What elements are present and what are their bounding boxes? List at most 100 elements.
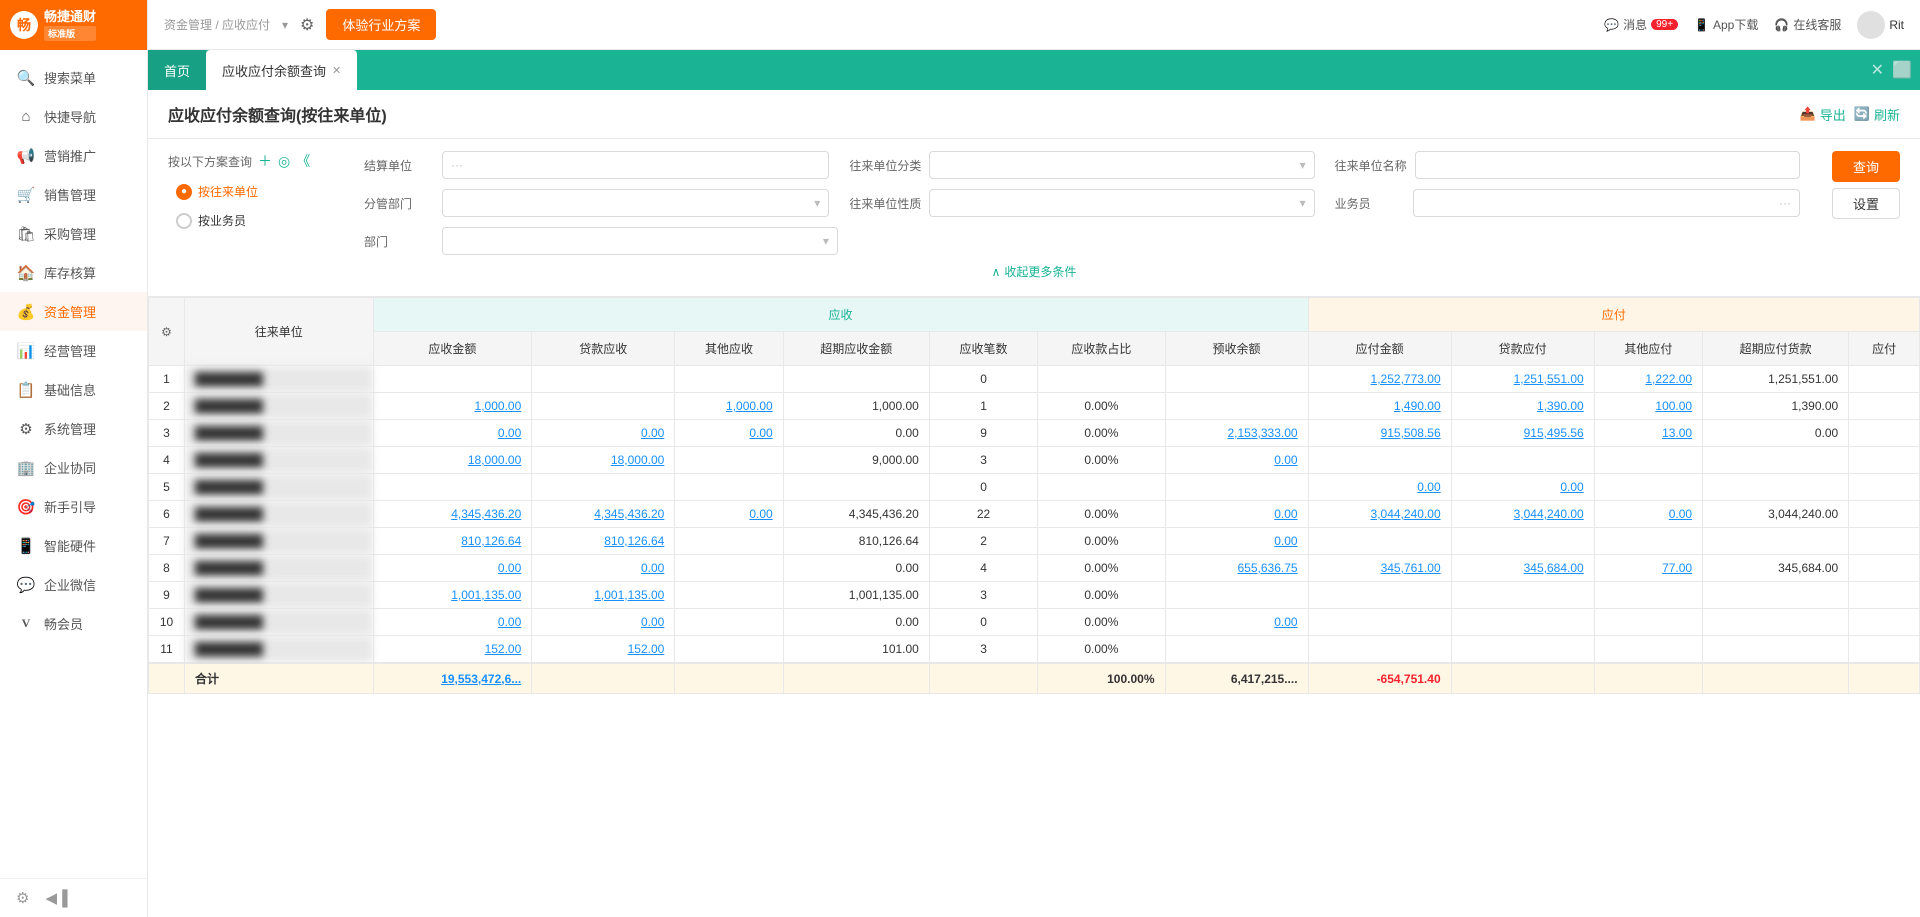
table-cell[interactable]: 4,345,436.20 bbox=[373, 501, 532, 528]
table-cell[interactable]: 345,684.00 bbox=[1451, 555, 1594, 582]
table-cell[interactable]: 0.00 bbox=[1165, 609, 1308, 636]
online-service-button[interactable]: 🎧 在线客服 bbox=[1774, 16, 1841, 33]
table-cell[interactable] bbox=[532, 474, 675, 501]
table-cell[interactable]: 915,508.56 bbox=[1308, 420, 1451, 447]
sidebar-item-quicknav[interactable]: ⌂ 快捷导航 bbox=[0, 97, 147, 136]
sidebar-item-system[interactable]: ⚙ 系统管理 bbox=[0, 409, 147, 448]
partner-nature-input[interactable]: ▾ bbox=[929, 189, 1314, 217]
table-cell[interactable]: 810,126.64 bbox=[373, 528, 532, 555]
table-cell[interactable]: 4,345,436.20 bbox=[532, 501, 675, 528]
table-cell[interactable] bbox=[1594, 528, 1702, 555]
table-cell[interactable]: 77.00 bbox=[1594, 555, 1702, 582]
table-cell[interactable]: 0.00 bbox=[373, 420, 532, 447]
table-cell[interactable]: 0.00 bbox=[532, 555, 675, 582]
tab-home[interactable]: 首页 bbox=[148, 50, 206, 90]
table-cell[interactable]: 0.00 bbox=[373, 609, 532, 636]
table-cell[interactable] bbox=[675, 636, 783, 664]
table-cell[interactable] bbox=[675, 474, 783, 501]
table-cell[interactable] bbox=[1451, 528, 1594, 555]
table-cell[interactable]: 1,390.00 bbox=[1451, 393, 1594, 420]
table-cell[interactable]: 100.00 bbox=[1594, 393, 1702, 420]
filter-option-salesperson[interactable]: 按业务员 bbox=[168, 208, 348, 233]
user-avatar[interactable]: Rit bbox=[1857, 11, 1904, 39]
table-cell[interactable] bbox=[1165, 393, 1308, 420]
sidebar-item-wechat[interactable]: 💬 企业微信 bbox=[0, 565, 147, 604]
table-cell[interactable]: 0.00 bbox=[373, 555, 532, 582]
table-cell[interactable]: 13.00 bbox=[1594, 420, 1702, 447]
table-cell[interactable]: 1,001,135.00 bbox=[373, 582, 532, 609]
sidebar-item-basic-info[interactable]: 📋 基础信息 bbox=[0, 370, 147, 409]
partner-category-input[interactable]: ▾ bbox=[929, 151, 1314, 179]
table-cell[interactable]: 152.00 bbox=[532, 636, 675, 664]
sidebar-item-inventory[interactable]: 🏠 库存核算 bbox=[0, 253, 147, 292]
table-cell[interactable] bbox=[1308, 609, 1451, 636]
scheme-settings-icon[interactable]: ◎ bbox=[278, 153, 290, 170]
chevron-down-icon[interactable]: ▾ bbox=[282, 18, 288, 32]
table-cell[interactable]: 3,044,240.00 bbox=[1308, 501, 1451, 528]
table-cell[interactable] bbox=[1594, 447, 1702, 474]
table-cell[interactable]: 0.00 bbox=[1594, 501, 1702, 528]
table-cell[interactable]: 810,126.64 bbox=[532, 528, 675, 555]
topbar-gear-icon[interactable]: ⚙ bbox=[300, 15, 314, 35]
sidebar-item-member[interactable]: V 畅会员 bbox=[0, 604, 147, 643]
partner-name-input[interactable] bbox=[1415, 151, 1800, 179]
dept-manager-input[interactable]: ▾ bbox=[442, 189, 829, 217]
table-cell[interactable] bbox=[675, 609, 783, 636]
sidebar-item-guide[interactable]: 🎯 新手引导 bbox=[0, 487, 147, 526]
table-cell[interactable] bbox=[675, 447, 783, 474]
footer-ar-amount[interactable]: 19,553,472,6... bbox=[373, 663, 532, 694]
dept-input[interactable]: ▾ bbox=[442, 227, 838, 255]
table-cell[interactable]: 0.00 bbox=[1308, 474, 1451, 501]
table-cell[interactable]: 0.00 bbox=[1165, 501, 1308, 528]
table-cell[interactable] bbox=[373, 366, 532, 393]
table-cell[interactable] bbox=[1451, 447, 1594, 474]
collapse-button[interactable]: ∧ 收起更多条件 bbox=[168, 259, 1900, 284]
sidebar-item-enterprise[interactable]: 🏢 企业协同 bbox=[0, 448, 147, 487]
table-container[interactable]: ⚙ 往来单位 应收 应付 应收金额 贷款应收 其他应收 超期应收金额 应收笔数 … bbox=[148, 297, 1920, 917]
message-button[interactable]: 💬 消息 99+ bbox=[1604, 16, 1678, 33]
settings-button[interactable]: 设置 bbox=[1832, 188, 1900, 219]
th-settings[interactable]: ⚙ bbox=[149, 298, 185, 366]
salesperson-input[interactable]: ··· bbox=[1413, 189, 1800, 217]
table-cell[interactable] bbox=[1308, 528, 1451, 555]
table-cell[interactable] bbox=[1308, 447, 1451, 474]
table-cell[interactable] bbox=[675, 582, 783, 609]
cta-button[interactable]: 体验行业方案 bbox=[326, 9, 436, 40]
table-cell[interactable] bbox=[675, 366, 783, 393]
table-cell[interactable]: 1,490.00 bbox=[1308, 393, 1451, 420]
table-cell[interactable] bbox=[675, 555, 783, 582]
table-cell[interactable] bbox=[1165, 474, 1308, 501]
sidebar-item-finance[interactable]: 💰 资金管理 bbox=[0, 292, 147, 331]
maximize-icon[interactable]: ⬜ bbox=[1892, 60, 1912, 80]
settings-icon[interactable]: ⚙ bbox=[16, 889, 29, 907]
close-window-icon[interactable]: ✕ bbox=[1871, 60, 1884, 80]
table-cell[interactable]: 0.00 bbox=[675, 501, 783, 528]
table-cell[interactable]: 0.00 bbox=[532, 420, 675, 447]
table-cell[interactable]: 655,636.75 bbox=[1165, 555, 1308, 582]
tab-receivable[interactable]: 应收应付余额查询 ✕ bbox=[206, 50, 357, 90]
table-cell[interactable] bbox=[1594, 582, 1702, 609]
table-cell[interactable] bbox=[1451, 636, 1594, 664]
table-cell[interactable]: 3,044,240.00 bbox=[1451, 501, 1594, 528]
table-cell[interactable]: 1,000.00 bbox=[373, 393, 532, 420]
table-cell[interactable]: 2,153,333.00 bbox=[1165, 420, 1308, 447]
table-cell[interactable] bbox=[1165, 582, 1308, 609]
table-cell[interactable] bbox=[1308, 582, 1451, 609]
settlement-unit-input[interactable]: ··· bbox=[442, 151, 829, 179]
query-button[interactable]: 查询 bbox=[1832, 151, 1900, 182]
collapse-icon[interactable]: ◀▐ bbox=[45, 889, 67, 907]
table-cell[interactable] bbox=[532, 393, 675, 420]
table-cell[interactable] bbox=[532, 366, 675, 393]
table-cell[interactable] bbox=[1165, 636, 1308, 664]
table-cell[interactable] bbox=[1451, 582, 1594, 609]
sidebar-item-operations[interactable]: 📊 经营管理 bbox=[0, 331, 147, 370]
sidebar-item-sales[interactable]: 🛒 销售管理 bbox=[0, 175, 147, 214]
table-cell[interactable] bbox=[1165, 366, 1308, 393]
sidebar-item-purchase[interactable]: 🛍 采购管理 bbox=[0, 214, 147, 253]
table-cell[interactable]: 0.00 bbox=[675, 420, 783, 447]
sidebar-item-search[interactable]: 🔍 搜索菜单 bbox=[0, 58, 147, 97]
table-cell[interactable] bbox=[1308, 636, 1451, 664]
table-cell[interactable]: 1,222.00 bbox=[1594, 366, 1702, 393]
table-cell[interactable]: 1,000.00 bbox=[675, 393, 783, 420]
refresh-button[interactable]: 🔄 刷新 bbox=[1854, 105, 1900, 124]
